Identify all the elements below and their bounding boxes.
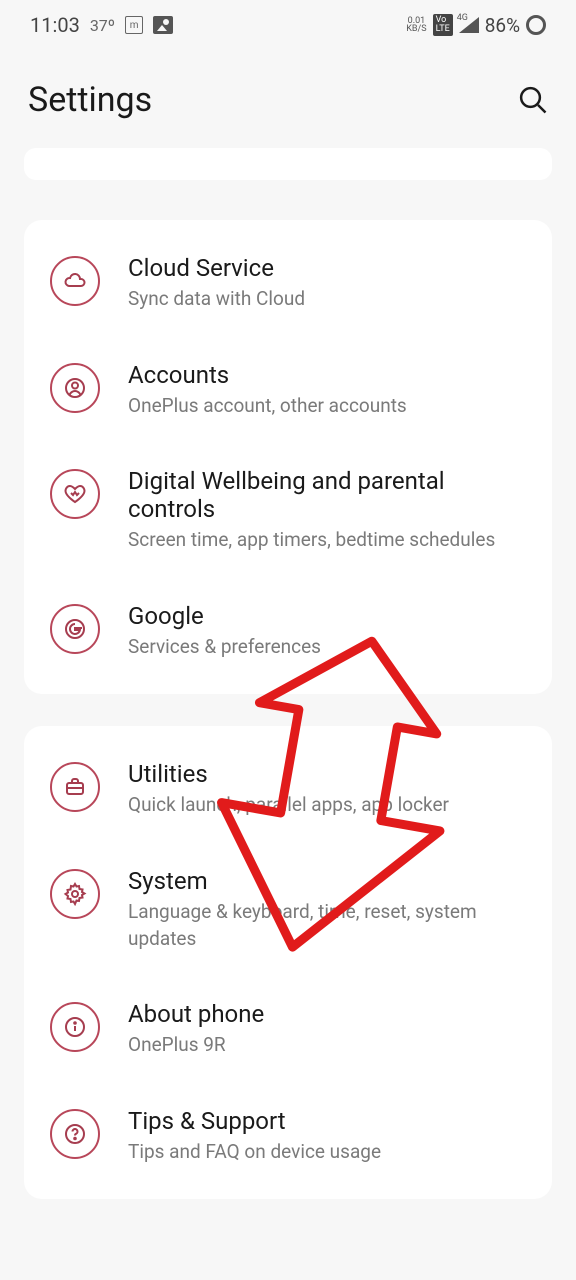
item-title: Tips & Support <box>128 1107 526 1135</box>
account-icon <box>50 363 100 413</box>
accounts-item[interactable]: Accounts OnePlus account, other accounts <box>24 337 552 444</box>
item-title: Cloud Service <box>128 254 526 282</box>
system-item[interactable]: System Language & keyboard, time, reset,… <box>24 843 552 976</box>
briefcase-icon <box>50 762 100 812</box>
settings-group-1: Cloud Service Sync data with Cloud Accou… <box>24 220 552 694</box>
info-icon <box>50 1002 100 1052</box>
item-title: Accounts <box>128 361 526 389</box>
gear-icon <box>50 869 100 919</box>
item-subtitle: Services & preferences <box>128 634 526 661</box>
status-temp: 37º <box>90 16 115 35</box>
item-subtitle: OnePlus 9R <box>128 1032 526 1059</box>
spacer-card <box>24 148 552 180</box>
volte-icon: VoLTE <box>433 14 453 36</box>
item-title: About phone <box>128 1000 526 1028</box>
item-title: Digital Wellbeing and parental controls <box>128 467 526 523</box>
m-icon: m <box>125 16 143 34</box>
utilities-item[interactable]: Utilities Quick launch, parallel apps, a… <box>24 736 552 843</box>
item-title: System <box>128 867 526 895</box>
status-bar: 11:03 37º m 0.01 KB/S VoLTE 4G 86% <box>0 0 576 50</box>
cloud-icon <box>50 256 100 306</box>
google-icon <box>50 604 100 654</box>
status-left: 11:03 37º m <box>30 13 173 37</box>
google-item[interactable]: Google Services & preferences <box>24 578 552 685</box>
digital-wellbeing-item[interactable]: Digital Wellbeing and parental controls … <box>24 443 552 578</box>
battery-ring-icon <box>526 15 546 35</box>
item-subtitle: Screen time, app timers, bedtime schedul… <box>128 527 526 554</box>
item-title: Utilities <box>128 760 526 788</box>
item-subtitle: Language & keyboard, time, reset, system… <box>128 899 526 952</box>
battery-percentage: 86% <box>485 14 520 37</box>
item-subtitle: Tips and FAQ on device usage <box>128 1139 526 1166</box>
page-title: Settings <box>28 80 152 120</box>
settings-group-2: Utilities Quick launch, parallel apps, a… <box>24 726 552 1199</box>
signal-icon: 4G <box>459 17 479 33</box>
item-title: Google <box>128 602 526 630</box>
about-phone-item[interactable]: About phone OnePlus 9R <box>24 976 552 1083</box>
question-icon <box>50 1109 100 1159</box>
header: Settings <box>0 50 576 148</box>
data-speed: 0.01 KB/S <box>406 17 426 33</box>
status-time: 11:03 <box>30 13 80 37</box>
item-subtitle: Sync data with Cloud <box>128 286 526 313</box>
cloud-service-item[interactable]: Cloud Service Sync data with Cloud <box>24 230 552 337</box>
item-subtitle: Quick launch, parallel apps, app locker <box>128 792 526 819</box>
item-subtitle: OnePlus account, other accounts <box>128 393 526 420</box>
gallery-icon <box>153 16 173 34</box>
heart-icon <box>50 469 100 519</box>
tips-support-item[interactable]: Tips & Support Tips and FAQ on device us… <box>24 1083 552 1190</box>
search-icon[interactable] <box>518 85 548 115</box>
status-right: 0.01 KB/S VoLTE 4G 86% <box>406 14 546 37</box>
